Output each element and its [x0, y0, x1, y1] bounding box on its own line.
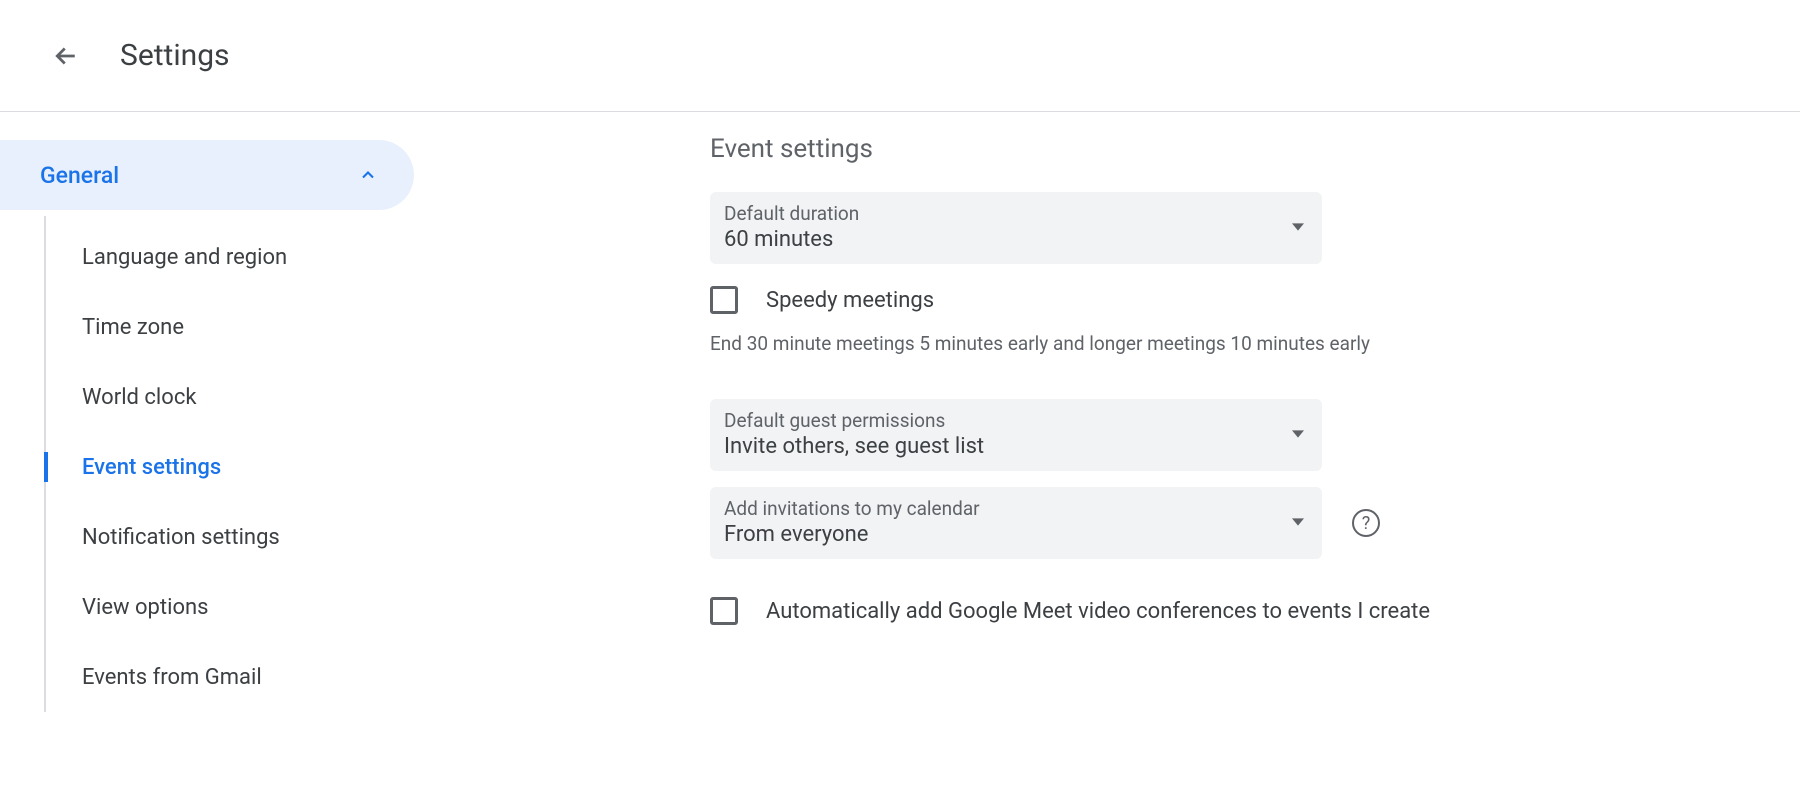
- sidebar-item-language-region[interactable]: Language and region: [46, 222, 480, 292]
- select-value: 60 minutes: [724, 227, 859, 252]
- arrow-back-icon: [51, 41, 81, 71]
- auto-meet-row: Automatically add Google Meet video conf…: [710, 597, 1760, 625]
- sidebar-item-events-from-gmail[interactable]: Events from Gmail: [46, 642, 480, 712]
- sidebar-item-notification-settings[interactable]: Notification settings: [46, 502, 480, 572]
- sidebar-item-world-clock[interactable]: World clock: [46, 362, 480, 432]
- chevron-up-icon: [358, 165, 378, 185]
- sidebar-item-label: World clock: [82, 385, 196, 410]
- auto-meet-label: Automatically add Google Meet video conf…: [766, 599, 1430, 624]
- speedy-meetings-checkbox[interactable]: [710, 286, 738, 314]
- section-title: Event settings: [710, 134, 1760, 164]
- speedy-meetings-row: Speedy meetings: [710, 286, 1760, 314]
- guest-permissions-select[interactable]: Default guest permissions Invite others,…: [710, 399, 1322, 471]
- default-duration-select[interactable]: Default duration 60 minutes: [710, 192, 1322, 264]
- sidebar-item-time-zone[interactable]: Time zone: [46, 292, 480, 362]
- dropdown-triangle-icon: [1292, 221, 1304, 233]
- sidebar-item-label: Event settings: [82, 455, 221, 480]
- add-invitations-select[interactable]: Add invitations to my calendar From ever…: [710, 487, 1322, 559]
- select-label: Default guest permissions: [724, 409, 984, 432]
- page-title: Settings: [120, 38, 230, 73]
- dropdown-triangle-icon: [1292, 516, 1304, 528]
- select-value: From everyone: [724, 522, 980, 547]
- sidebar-item-label: Time zone: [82, 315, 184, 340]
- select-value: Invite others, see guest list: [724, 434, 984, 459]
- auto-meet-checkbox[interactable]: [710, 597, 738, 625]
- sidebar-section-label: General: [40, 162, 119, 189]
- sidebar: General Language and region Time zone Wo…: [0, 112, 480, 712]
- select-label: Default duration: [724, 202, 859, 225]
- sidebar-item-label: View options: [82, 595, 209, 620]
- header: Settings: [0, 0, 1800, 112]
- sidebar-item-view-options[interactable]: View options: [46, 572, 480, 642]
- sidebar-item-label: Language and region: [82, 245, 287, 270]
- help-icon[interactable]: ?: [1352, 509, 1380, 537]
- sidebar-item-label: Notification settings: [82, 525, 280, 550]
- sidebar-item-event-settings[interactable]: Event settings: [46, 432, 480, 502]
- speedy-meetings-label: Speedy meetings: [766, 288, 934, 313]
- back-button[interactable]: [48, 38, 84, 74]
- content: Event settings Default duration 60 minut…: [480, 112, 1800, 712]
- sidebar-nav-list: Language and region Time zone World cloc…: [44, 216, 480, 712]
- speedy-meetings-help: End 30 minute meetings 5 minutes early a…: [710, 332, 1760, 355]
- sidebar-section-general[interactable]: General: [0, 140, 414, 210]
- select-label: Add invitations to my calendar: [724, 497, 980, 520]
- add-invitations-row: Add invitations to my calendar From ever…: [710, 487, 1760, 575]
- dropdown-triangle-icon: [1292, 428, 1304, 440]
- sidebar-item-label: Events from Gmail: [82, 665, 262, 690]
